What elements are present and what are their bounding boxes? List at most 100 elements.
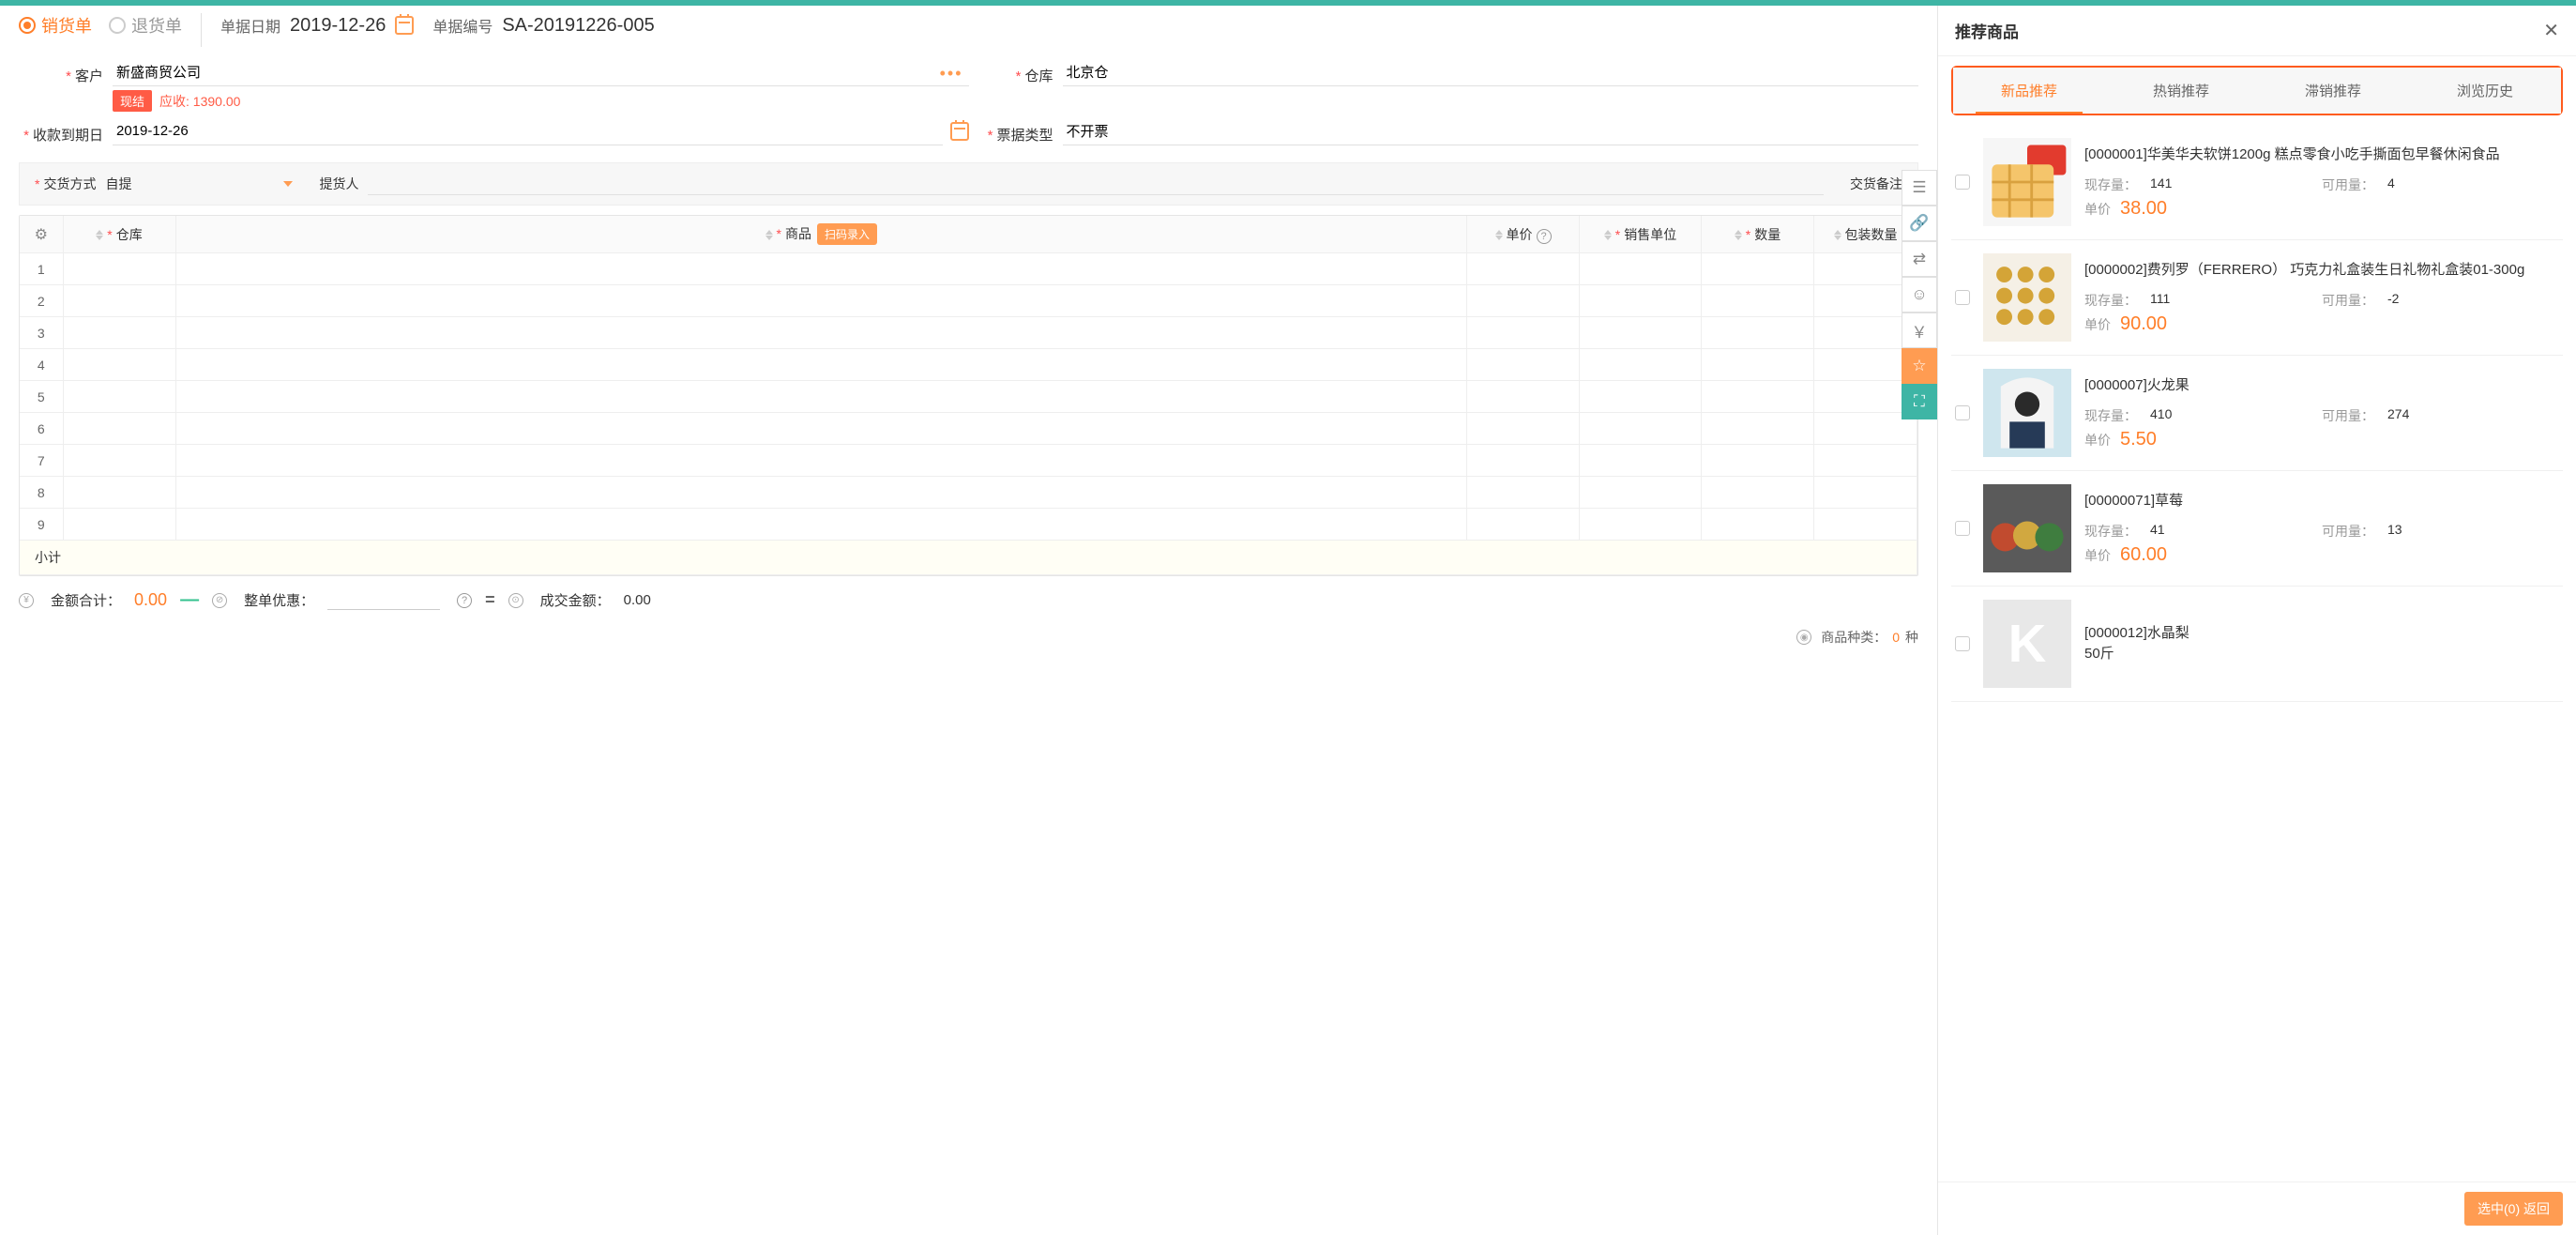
product-item[interactable]: [0000002]费列罗（FERRERO） 巧克力礼盒装生日礼物礼盒装01-30… [1951,240,2563,356]
order-lines-table: ⚙ *仓库 *商品扫码录入 单价? *销售单位 *数量 包装数量 1234567… [20,216,1917,575]
table-row[interactable]: 7 [20,445,1917,477]
product-thumbnail [1983,253,2071,342]
currency-icon: ¥ [19,593,34,608]
product-stock: 41 [2150,522,2165,541]
picker-label: 提货人 [319,175,358,193]
table-row[interactable]: 8 [20,477,1917,509]
table-row[interactable]: 3 [20,317,1917,349]
tab-0[interactable]: 新品推荐 [1953,68,2105,114]
table-row[interactable]: 4 [20,349,1917,381]
equals-icon: = [485,590,495,610]
total-label: 金额合计： [51,590,121,610]
warehouse-label: 仓库 [1024,69,1053,84]
product-avail: 13 [2387,522,2402,541]
discount-input[interactable] [327,591,440,610]
picker-input[interactable] [368,173,1824,195]
return-order-label: 退货单 [131,13,182,38]
product-stock: 111 [2150,291,2170,310]
table-row[interactable]: 5 [20,381,1917,413]
delivery-method-value: 自提 [105,175,131,193]
col-qty[interactable]: 数量 [1754,227,1780,242]
product-avail: -2 [2387,291,2399,310]
product-item[interactable]: [0000007]火龙果现存量：410可用量：274单价5.50 [1951,356,2563,471]
table-row[interactable]: 1 [20,253,1917,285]
selected-return-button[interactable]: 选中(0) 返回 [2464,1192,2563,1226]
tool-money-icon[interactable]: ￥ [1902,313,1937,348]
product-thumbnail [1983,484,2071,572]
kinds-label: 商品种类： [1821,628,1887,647]
warehouse-input[interactable] [1063,58,1919,86]
product-checkbox[interactable] [1955,405,1970,420]
product-title: [0000002]费列罗（FERRERO） 巧克力礼盒装生日礼物礼盒装01-30… [2084,260,2559,282]
calendar-icon[interactable] [395,16,414,35]
calendar-icon[interactable] [950,122,969,141]
product-item[interactable]: [0000001]华美华夫软饼1200g 糕点零食小吃手撕面包早餐休闲食品现存量… [1951,125,2563,240]
product-checkbox[interactable] [1955,290,1970,305]
help-icon[interactable]: ? [1537,229,1552,244]
customer-lookup-icon[interactable]: ••• [940,64,963,84]
doc-no-value: SA-20191226-005 [502,15,654,37]
col-pack-qty[interactable]: 包装数量 [1845,227,1898,242]
product-item[interactable]: [00000071]草莓现存量：41可用量：13单价60.00 [1951,471,2563,587]
discount-label: 整单优惠： [244,590,314,610]
customer-input[interactable] [113,58,969,86]
tool-star-icon[interactable]: ☆ [1902,348,1937,384]
tool-refresh-icon[interactable]: ⇄ [1902,241,1937,277]
tool-person-icon[interactable]: ☺ [1902,277,1937,313]
close-icon[interactable]: ✕ [2543,19,2559,42]
final-value: 0.00 [624,592,651,608]
product-avail: 4 [2387,175,2395,194]
final-icon: ⊙ [508,593,523,608]
chevron-down-icon [283,181,293,187]
radio-icon [19,17,36,34]
total-value: 0.00 [134,590,167,610]
discount-icon: ⊘ [212,593,227,608]
help-icon[interactable]: ? [457,593,472,608]
scan-entry-button[interactable]: 扫码录入 [817,223,877,245]
gear-icon[interactable]: ⚙ [35,227,48,243]
kinds-suffix: 种 [1905,628,1918,647]
tab-3[interactable]: 浏览历史 [2409,68,2561,114]
doc-date-label: 单据日期 [220,14,280,37]
col-price[interactable]: 单价 [1507,227,1533,242]
product-avail: 274 [2387,406,2409,425]
delivery-method-select[interactable]: 自提 [105,175,293,194]
due-date-input[interactable] [113,117,943,145]
product-thumbnail [1983,369,2071,457]
sales-order-radio[interactable]: 销货单 [19,13,92,38]
delivery-method-label: 交货方式 [43,176,96,191]
col-unit[interactable]: 销售单位 [1624,227,1676,242]
tool-expand-icon[interactable]: ⛶ [1902,384,1937,419]
tool-link-icon[interactable]: 🔗 [1902,206,1937,241]
product-item[interactable]: K[0000012]水晶梨50斤 [1951,587,2563,702]
table-row[interactable]: 9 [20,509,1917,541]
product-stock: 410 [2150,406,2172,425]
invoice-type-input[interactable] [1063,117,1919,145]
tool-doc-icon[interactable]: ☰ [1902,170,1937,206]
col-product[interactable]: 商品 [785,226,811,241]
doc-no-label: 单据编号 [432,14,492,37]
product-checkbox[interactable] [1955,521,1970,536]
product-title: [0000007]火龙果 [2084,375,2559,397]
doc-date-value[interactable]: 2019-12-26 [290,15,386,37]
pay-now-badge: 现结 [113,90,152,112]
table-row[interactable]: 2 [20,285,1917,317]
receivable-label: 应收: [159,94,189,109]
product-checkbox[interactable] [1955,636,1970,651]
svg-text:K: K [2008,614,2047,673]
product-title: [0000012]水晶梨 [2084,623,2559,645]
tab-2[interactable]: 滞销推荐 [2257,68,2409,114]
product-price: 38.00 [2120,198,2167,220]
col-warehouse[interactable]: 仓库 [116,227,143,242]
receivable-value: 1390.00 [193,94,241,109]
customer-label: 客户 [75,69,103,84]
invoice-type-label: 票据类型 [996,128,1053,144]
table-row[interactable]: 6 [20,413,1917,445]
side-panel-title: 推荐商品 [1955,19,2019,42]
tab-1[interactable]: 热销推荐 [2105,68,2257,114]
product-title: [00000071]草莓 [2084,491,2559,512]
delivery-note-label: 交货备注 [1850,175,1902,193]
minus-icon: — [180,589,199,611]
product-checkbox[interactable] [1955,175,1970,190]
return-order-radio[interactable]: 退货单 [109,13,182,38]
